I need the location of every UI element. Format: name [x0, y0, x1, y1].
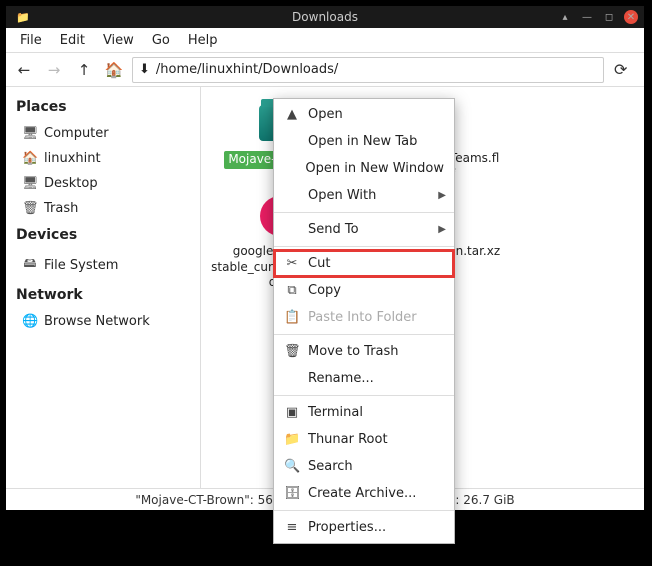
download-icon: ⬇: [139, 62, 150, 77]
menu-separator: [274, 212, 454, 213]
menu-item-label: Cut: [308, 256, 330, 271]
context-menu-item[interactable]: Open in New Tab: [274, 128, 454, 155]
sidebar-item[interactable]: 🗑 Trash: [6, 196, 200, 221]
sidebar: Places 🖥 Computer 🏠 linuxhint 🖥 Desktop 🗑 Trash D…: [6, 87, 201, 488]
menu-go[interactable]: Go: [144, 30, 178, 51]
context-menu-item[interactable]: 📁 Thunar Root: [274, 426, 454, 453]
sidebar-item[interactable]: 🖥 Computer: [6, 121, 200, 146]
menu-item-icon: ≡: [284, 520, 300, 535]
back-button[interactable]: ←: [12, 58, 36, 82]
submenu-arrow-icon: ▶: [438, 224, 446, 235]
menu-item-icon: ✂: [284, 256, 300, 271]
menu-item-label: Open in New Window: [305, 161, 444, 176]
context-menu-item[interactable]: Send To ▶: [274, 216, 454, 243]
menu-view[interactable]: View: [95, 30, 142, 51]
sidebar-item-label: Desktop: [44, 176, 98, 191]
app-icon: 📁: [16, 11, 30, 24]
window-title: Downloads: [6, 10, 644, 24]
sidebar-item-icon: 🌐: [22, 314, 38, 329]
minimize-button[interactable]: —: [580, 10, 594, 24]
close-button[interactable]: ✕: [624, 10, 638, 24]
menu-separator: [274, 510, 454, 511]
menu-item-label: Open: [308, 107, 343, 122]
sidebar-category: Places: [6, 93, 200, 121]
sidebar-item[interactable]: 🌐 Browse Network: [6, 309, 200, 334]
menu-separator: [274, 246, 454, 247]
menu-item-icon: 🗑: [284, 344, 300, 359]
menu-item-label: Send To: [308, 222, 359, 237]
sidebar-item-icon: 🖴: [22, 254, 38, 276]
menu-item-label: Create Archive...: [308, 486, 416, 501]
context-menu: ▲ Open Open in New Tab Open in New Window Op…: [273, 98, 455, 544]
sidebar-item-label: Trash: [44, 201, 78, 216]
toolbar: ← → ↑ 🏠 ⬇ /home/linuxhint/Downloads/ ⟳: [6, 53, 644, 87]
sidebar-item-label: Computer: [44, 126, 109, 141]
menu-separator: [274, 395, 454, 396]
context-menu-item[interactable]: Rename...: [274, 365, 454, 392]
menu-edit[interactable]: Edit: [52, 30, 93, 51]
sidebar-item[interactable]: 🖴 File System: [6, 249, 200, 281]
sidebar-item[interactable]: 🏠 linuxhint: [6, 146, 200, 171]
menu-item-label: Move to Trash: [308, 344, 399, 359]
path-text: /home/linuxhint/Downloads/: [156, 62, 338, 77]
home-button[interactable]: 🏠: [102, 58, 126, 82]
menu-item-label: Open in New Tab: [308, 134, 417, 149]
context-menu-item[interactable]: Open With ▶: [274, 182, 454, 209]
menu-file[interactable]: File: [12, 30, 50, 51]
menu-help[interactable]: Help: [180, 30, 226, 51]
context-menu-item[interactable]: ⧉ Copy: [274, 277, 454, 304]
context-menu-item: 📋 Paste Into Folder: [274, 304, 454, 331]
menu-item-icon: 📁: [284, 432, 300, 447]
menu-item-icon: ▲: [284, 107, 300, 122]
menubar: File Edit View Go Help: [6, 28, 644, 53]
menu-item-label: Rename...: [308, 371, 374, 386]
sidebar-item-icon: 🖥: [22, 126, 38, 141]
menu-item-icon: ⧉: [284, 283, 300, 298]
context-menu-item[interactable]: 🔍 Search: [274, 453, 454, 480]
sidebar-item-label: Browse Network: [44, 314, 150, 329]
forward-button[interactable]: →: [42, 58, 66, 82]
sidebar-item-icon: 🖥: [22, 176, 38, 191]
sidebar-category: Devices: [6, 221, 200, 249]
sidebar-category: Network: [6, 281, 200, 309]
context-menu-item[interactable]: 🗑 Move to Trash: [274, 338, 454, 365]
context-menu-item[interactable]: ≡ Properties...: [274, 514, 454, 541]
menu-item-label: Open With: [308, 188, 376, 203]
menu-item-icon: 🗄: [284, 486, 300, 501]
menu-item-icon: ▣: [284, 405, 300, 420]
sidebar-item[interactable]: 🖥 Desktop: [6, 171, 200, 196]
menu-separator: [274, 334, 454, 335]
sidebar-item-label: linuxhint: [44, 151, 101, 166]
menu-item-label: Terminal: [308, 405, 363, 420]
menu-item-label: Thunar Root: [308, 432, 388, 447]
context-menu-item[interactable]: ✂ Cut: [274, 250, 454, 277]
submenu-arrow-icon: ▶: [438, 190, 446, 201]
menu-item-label: Properties...: [308, 520, 386, 535]
context-menu-item[interactable]: 🗄 Create Archive...: [274, 480, 454, 507]
titlebar: 📁 Downloads ▴ — ◻ ✕: [6, 6, 644, 28]
sidebar-item-icon: 🏠: [22, 151, 38, 166]
context-menu-item[interactable]: Open in New Window: [274, 155, 454, 182]
reload-button[interactable]: ⟳: [614, 60, 638, 79]
sidebar-item-label: File System: [44, 258, 118, 273]
context-menu-item[interactable]: ▲ Open: [274, 101, 454, 128]
menu-item-label: Paste Into Folder: [308, 310, 417, 325]
menu-item-label: Search: [308, 459, 353, 474]
sidebar-item-icon: 🗑: [22, 201, 38, 216]
path-input[interactable]: ⬇ /home/linuxhint/Downloads/: [132, 57, 604, 83]
parent-button[interactable]: ↑: [72, 58, 96, 82]
up-button-icon[interactable]: ▴: [558, 10, 572, 24]
maximize-button[interactable]: ◻: [602, 10, 616, 24]
menu-item-label: Copy: [308, 283, 341, 298]
context-menu-item[interactable]: ▣ Terminal: [274, 399, 454, 426]
menu-item-icon: 🔍: [284, 459, 300, 474]
menu-item-icon: 📋: [284, 310, 300, 325]
